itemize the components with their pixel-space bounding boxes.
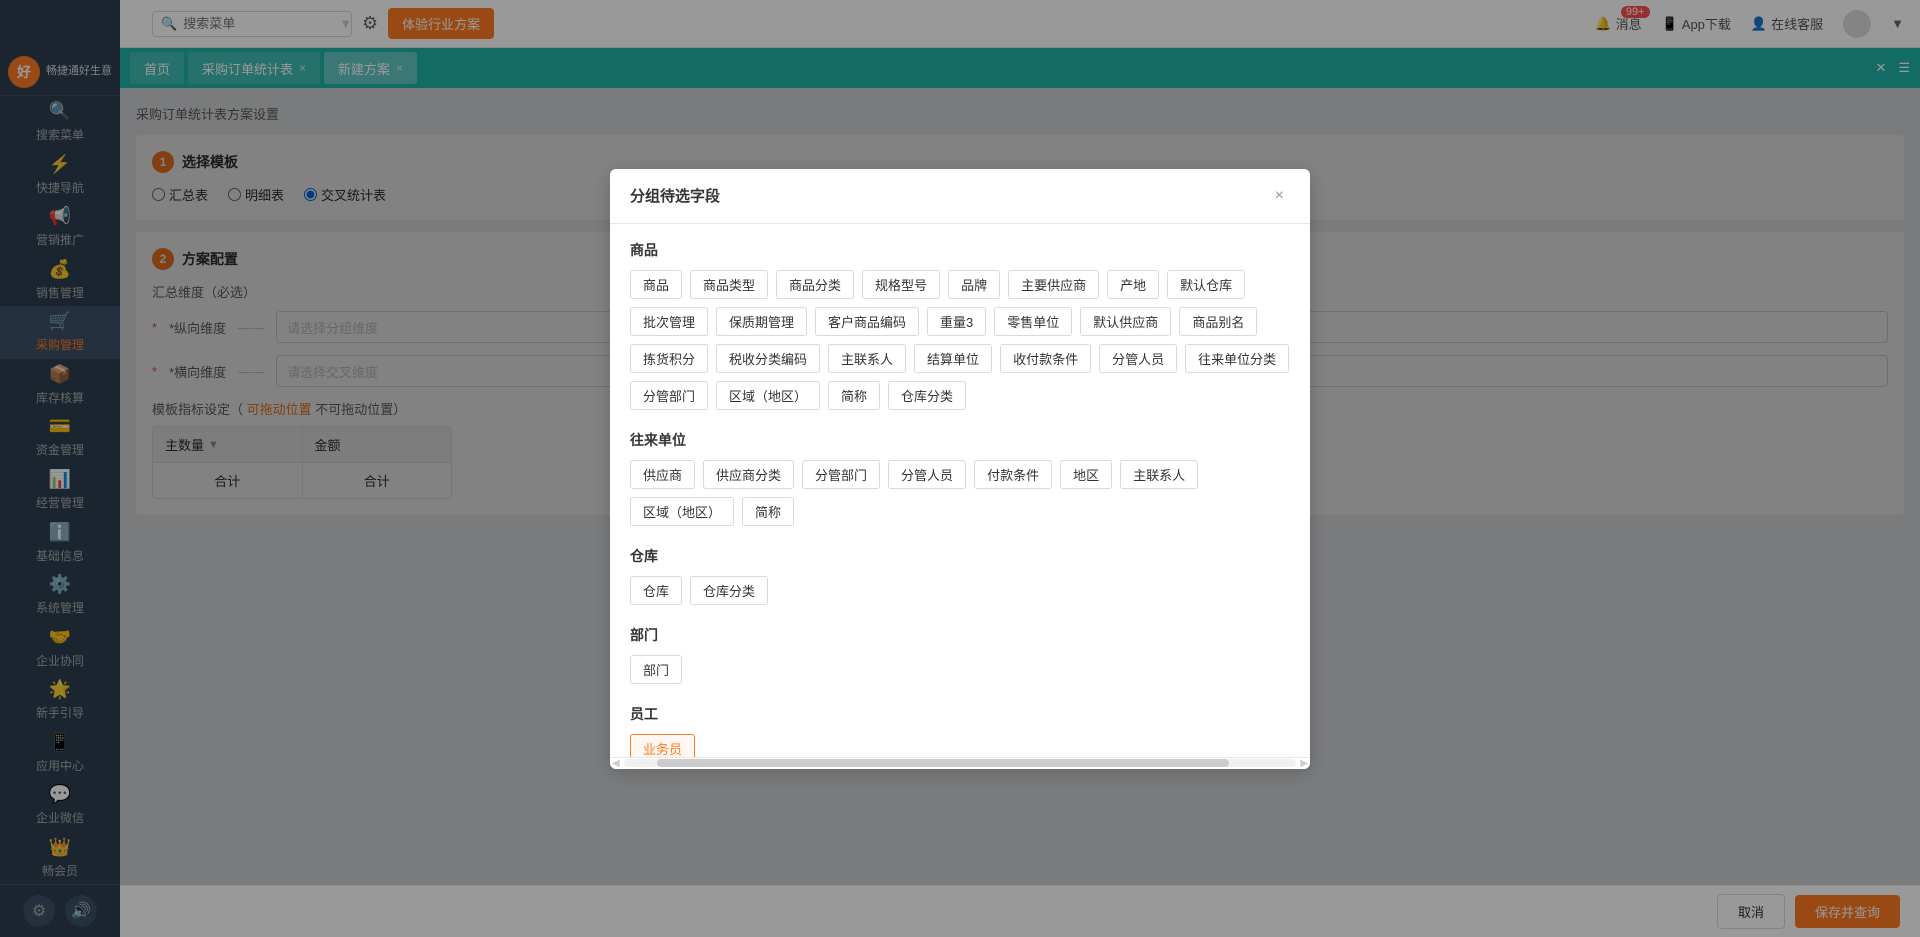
field-tag[interactable]: 仓库分类 [888,381,966,410]
modal-body[interactable]: 商品 商品 商品类型 商品分类 规格型号 品牌 主要供应商 产地 默认仓库 批次… [610,224,1310,757]
field-tag[interactable]: 产地 [1107,270,1159,299]
modal-header: 分组待选字段 × [610,169,1310,224]
field-tag[interactable]: 零售单位 [994,307,1072,336]
field-tag[interactable]: 批次管理 [630,307,708,336]
field-tag[interactable]: 往来单位分类 [1185,344,1289,373]
modal-close-button[interactable]: × [1269,185,1290,207]
field-tag[interactable]: 分管人员 [888,460,966,489]
field-tag[interactable]: 供应商分类 [703,460,794,489]
field-tag[interactable]: 分管部门 [802,460,880,489]
modal-title: 分组待选字段 [630,185,720,206]
field-tag[interactable]: 保质期管理 [716,307,807,336]
field-tag[interactable]: 品牌 [948,270,1000,299]
field-tag[interactable]: 拣货积分 [630,344,708,373]
field-tag[interactable]: 商品 [630,270,682,299]
field-tag[interactable]: 简称 [828,381,880,410]
field-tag-salesperson[interactable]: 业务员 [630,734,695,757]
section-department-title: 部门 [630,625,1290,645]
field-tag[interactable]: 区域（地区） [630,497,734,526]
section-employee-title: 员工 [630,704,1290,724]
section-partner-title: 往来单位 [630,430,1290,450]
field-tag[interactable]: 地区 [1060,460,1112,489]
field-tag[interactable]: 收付款条件 [1000,344,1091,373]
modal-bottom-scrollbar[interactable]: ◀ ▶ [610,757,1310,769]
field-tag[interactable]: 供应商 [630,460,695,489]
field-tag[interactable]: 主要供应商 [1008,270,1099,299]
field-tag[interactable]: 付款条件 [974,460,1052,489]
h-scrollbar-thumb[interactable] [657,759,1229,767]
field-tag[interactable]: 规格型号 [862,270,940,299]
h-scrollbar-track[interactable] [624,759,1297,767]
field-tag[interactable]: 默认供应商 [1080,307,1171,336]
section-partner-fields: 供应商 供应商分类 分管部门 分管人员 付款条件 地区 主联系人 区域（地区） … [630,460,1290,526]
field-tag[interactable]: 分管部门 [630,381,708,410]
field-tag[interactable]: 主联系人 [1120,460,1198,489]
field-tag[interactable]: 客户商品编码 [815,307,919,336]
field-tag[interactable]: 税收分类编码 [716,344,820,373]
section-partner: 往来单位 供应商 供应商分类 分管部门 分管人员 付款条件 地区 主联系人 区域… [630,430,1290,526]
field-tag[interactable]: 仓库分类 [690,576,768,605]
scroll-left-icon[interactable]: ◀ [612,758,620,769]
section-warehouse-fields: 仓库 仓库分类 [630,576,1290,605]
section-department-fields: 部门 [630,655,1290,684]
field-tag[interactable]: 部门 [630,655,682,684]
field-tag[interactable]: 重量3 [927,307,986,336]
section-department: 部门 部门 [630,625,1290,684]
section-employee-fields: 业务员 [630,734,1290,757]
field-tag[interactable]: 商品类型 [690,270,768,299]
scroll-right-icon[interactable]: ▶ [1300,758,1308,769]
field-tag[interactable]: 商品别名 [1179,307,1257,336]
field-tag[interactable]: 分管人员 [1099,344,1177,373]
field-tag[interactable]: 区域（地区） [716,381,820,410]
section-product: 商品 商品 商品类型 商品分类 规格型号 品牌 主要供应商 产地 默认仓库 批次… [630,240,1290,410]
section-warehouse-title: 仓库 [630,546,1290,566]
modal-overlay: 分组待选字段 × 商品 商品 商品类型 商品分类 规格型号 品牌 主要供应商 产… [0,0,1920,937]
field-tag[interactable]: 商品分类 [776,270,854,299]
field-selection-modal: 分组待选字段 × 商品 商品 商品类型 商品分类 规格型号 品牌 主要供应商 产… [610,169,1310,769]
field-tag[interactable]: 主联系人 [828,344,906,373]
section-product-fields: 商品 商品类型 商品分类 规格型号 品牌 主要供应商 产地 默认仓库 批次管理 … [630,270,1290,410]
field-tag[interactable]: 仓库 [630,576,682,605]
field-tag[interactable]: 默认仓库 [1167,270,1245,299]
section-product-title: 商品 [630,240,1290,260]
section-employee: 员工 业务员 [630,704,1290,757]
section-warehouse: 仓库 仓库 仓库分类 [630,546,1290,605]
field-tag[interactable]: 简称 [742,497,794,526]
field-tag[interactable]: 结算单位 [914,344,992,373]
